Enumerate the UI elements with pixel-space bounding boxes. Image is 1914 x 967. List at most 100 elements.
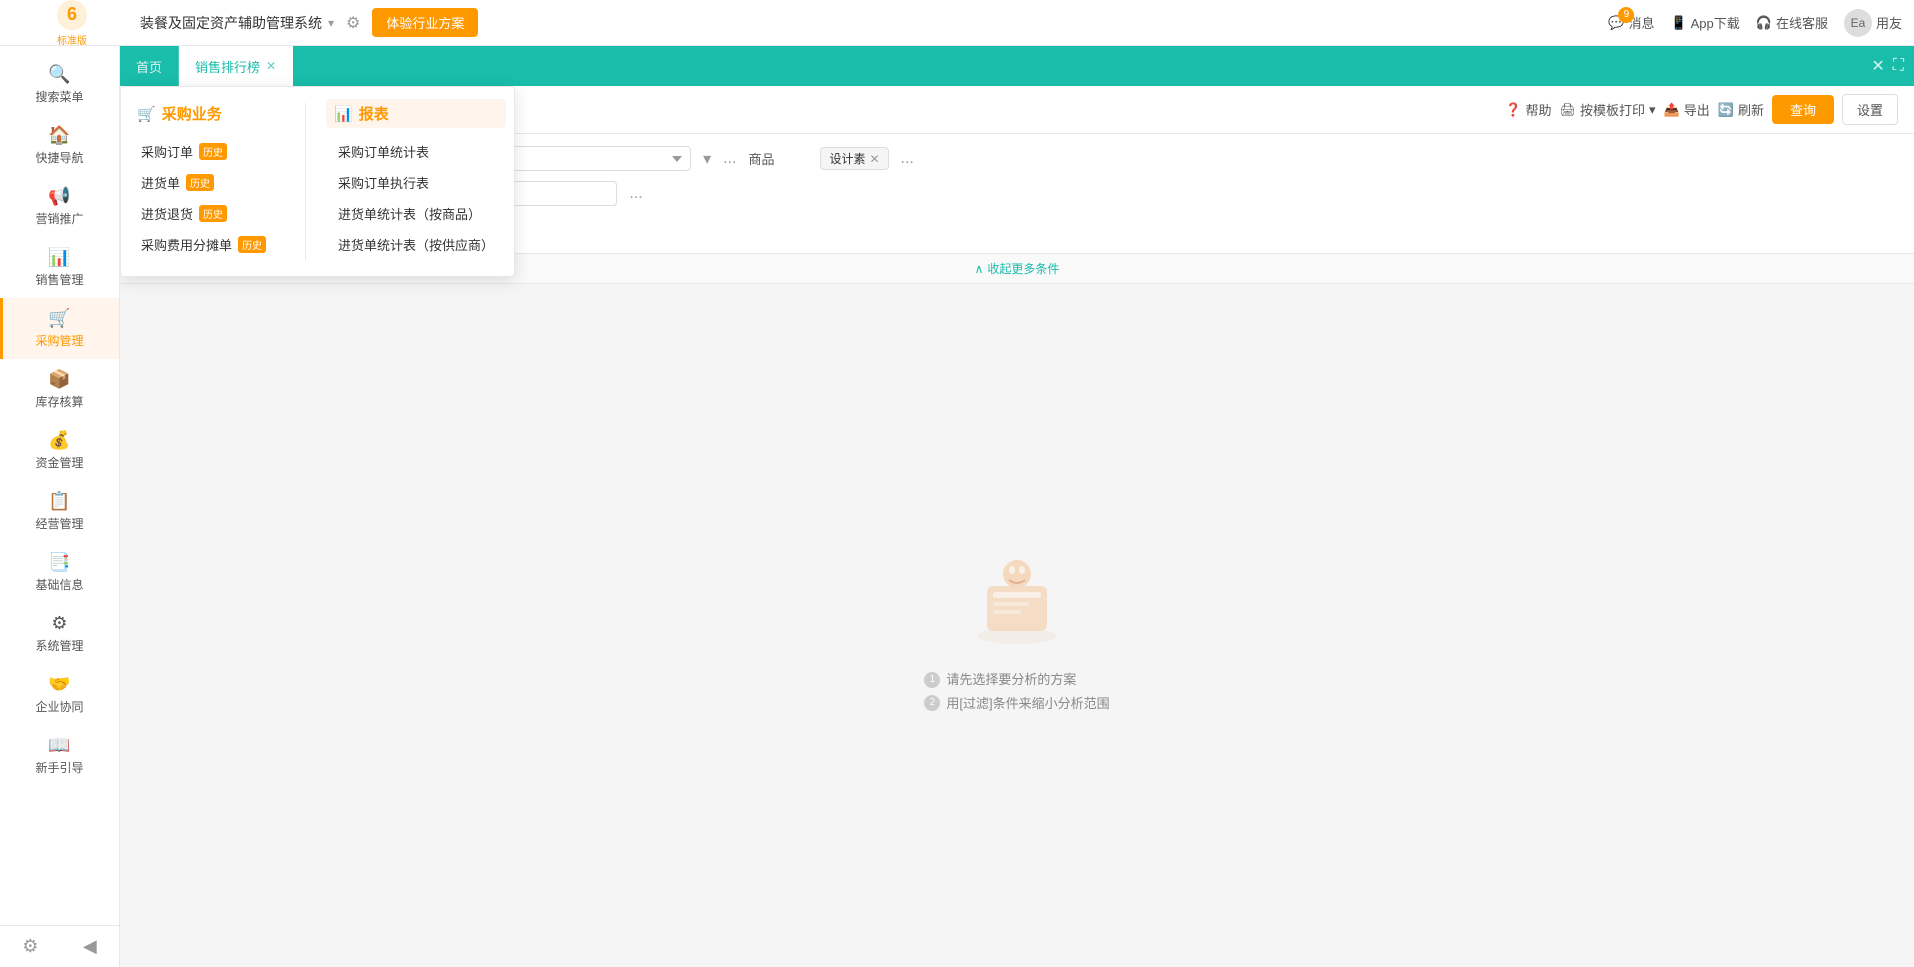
export-label: 导出	[1684, 100, 1710, 119]
sidebar-label-purchase: 采购管理	[35, 332, 83, 349]
title-dropdown-arrow[interactable]: ▾	[328, 16, 334, 30]
purchase-icon: 🛒	[48, 308, 70, 329]
report-menu-icon: 📊	[334, 105, 353, 123]
sidebar-item-sales[interactable]: 📊 销售管理	[0, 237, 119, 298]
tab-sales-rank[interactable]: 销售排行榜 ✕	[179, 46, 293, 86]
print-dropdown-arrow: ▾	[1649, 102, 1656, 118]
report-col-header: 📊 报表	[326, 99, 506, 128]
home-icon: 🏠	[48, 125, 70, 146]
sales-icon: 📊	[48, 247, 70, 268]
online-service-item[interactable]: 🎧 在线客服	[1756, 13, 1828, 32]
enterprise-icon: 🤝	[48, 674, 70, 695]
sidebar: 🔍 搜索菜单 🏠 快捷导航 📢 营销推广 📊 销售管理 🛒 采购管理 📦 库存核…	[0, 46, 120, 967]
report-order-exec-label: 采购订单执行表	[338, 173, 429, 192]
system-icon: ⚙	[51, 613, 67, 634]
sidebar-item-system[interactable]: ⚙ 系统管理	[0, 603, 119, 664]
doc-status-select[interactable]	[511, 146, 691, 171]
user-item[interactable]: Ea 用友	[1844, 9, 1902, 37]
doc-status-ellipsis[interactable]: ...	[723, 150, 736, 168]
tab-bar: 首页 销售排行榜 ✕ ✕ ⛶	[120, 46, 1914, 86]
sidebar-label-search: 搜索菜单	[35, 88, 83, 105]
dropdown-report-order-exec[interactable]: 采购订单执行表	[334, 167, 498, 198]
goods-tag-text: 设计素	[829, 150, 865, 167]
dropdown-columns: 🛒 采购业务 采购订单 历史 进货单 历史 进货退货 历史	[121, 87, 514, 276]
tab-sales-rank-label: 销售排行榜	[195, 57, 260, 76]
sidebar-label-sales: 销售管理	[35, 271, 83, 288]
sidebar-label-basic-info: 基础信息	[35, 576, 83, 593]
sidebar-item-quick-nav[interactable]: 🏠 快捷导航	[0, 115, 119, 176]
salesperson-ellipsis[interactable]: ...	[629, 185, 642, 203]
sidebar-label-enterprise: 企业协同	[35, 698, 83, 715]
tab-bar-actions: ✕ ⛶	[1871, 46, 1914, 86]
headset-icon: 🎧	[1756, 15, 1772, 31]
dropdown-expense[interactable]: 采购费用分摊单 历史	[137, 229, 277, 260]
collapse-label: 收起更多条件	[987, 260, 1059, 277]
avatar: Ea	[1844, 9, 1872, 37]
empty-hint-1: 1 请先选择要分析的方案	[924, 668, 1109, 691]
report-col: 📊 报表 采购订单统计表 采购订单执行表 进货单统计表（按商品） 进货单统计表（…	[334, 103, 498, 260]
logo-icon: 6	[56, 0, 88, 31]
online-service-label: 在线客服	[1776, 13, 1828, 32]
svg-text:6: 6	[67, 4, 77, 24]
tab-fullscreen-btn[interactable]: ⛶	[1893, 57, 1904, 75]
dropdown-report-incoming-supplier[interactable]: 进货单统计表（按供应商）	[334, 229, 498, 260]
dropdown-incoming[interactable]: 进货单 历史	[137, 167, 277, 198]
tab-home-label: 首页	[136, 57, 162, 76]
mobile-icon: 📱	[1670, 15, 1686, 31]
export-button[interactable]: 📤 导出	[1664, 100, 1710, 119]
sidebar-item-inventory[interactable]: 📦 库存核算	[0, 359, 119, 420]
history-badge-3: 历史	[238, 236, 266, 253]
sidebar-bottom: ⚙ ◀	[0, 925, 119, 967]
top-header: 6 标准版 装餐及固定资产辅助管理系统 ▾ ⚙ 体验行业方案 💬 9 消息 📱 …	[0, 0, 1914, 46]
history-badge-0: 历史	[199, 143, 227, 160]
refresh-label: 刷新	[1738, 100, 1764, 119]
help-button[interactable]: ❓ 帮助	[1505, 100, 1551, 119]
dropdown-purchase-order[interactable]: 采购订单 历史	[137, 136, 277, 167]
trial-button[interactable]: 体验行业方案	[372, 8, 478, 37]
logo-area: 6 标准版	[12, 0, 132, 47]
goods-ellipsis[interactable]: ...	[901, 150, 914, 168]
sidebar-item-search[interactable]: 🔍 搜索菜单	[0, 54, 119, 115]
sidebar-item-operations[interactable]: 📋 经营管理	[0, 481, 119, 542]
system-title-text: 装餐及固定资产辅助管理系统	[140, 13, 322, 33]
sidebar-item-marketing[interactable]: 📢 营销推广	[0, 176, 119, 237]
purchase-order-label: 采购订单	[141, 142, 193, 161]
dropdown-return[interactable]: 进货退货 历史	[137, 198, 277, 229]
history-badge-2: 历史	[199, 205, 227, 222]
app-download-label: App下载	[1691, 13, 1740, 32]
refresh-button[interactable]: 🔄 刷新	[1718, 100, 1764, 119]
sidebar-settings-btn[interactable]: ⚙	[22, 936, 38, 957]
app-download-item[interactable]: 📱 App下载	[1670, 13, 1739, 32]
sidebar-collapse-btn[interactable]: ◀	[83, 936, 97, 957]
empty-state: 1 请先选择要分析的方案 2 用[过滤]条件来缩小分析范围	[120, 284, 1914, 967]
export-icon: 📤	[1664, 102, 1680, 118]
sidebar-item-enterprise[interactable]: 🤝 企业协同	[0, 664, 119, 725]
sidebar-item-basic-info[interactable]: 📑 基础信息	[0, 542, 119, 603]
goods-tag-close[interactable]: ✕	[869, 152, 879, 166]
help-icon: ❓	[1505, 102, 1521, 118]
tab-close-window-btn[interactable]: ✕	[1871, 56, 1884, 76]
sidebar-item-purchase[interactable]: 🛒 采购管理	[0, 298, 119, 359]
print-icon: 🖨	[1560, 102, 1577, 118]
dropdown-report-incoming-goods[interactable]: 进货单统计表（按商品）	[334, 198, 498, 229]
user-label: 用友	[1876, 13, 1902, 32]
header-settings-icon[interactable]: ⚙	[346, 13, 360, 33]
return-label: 进货退货	[141, 204, 193, 223]
purchase-col-title: 采购业务	[162, 103, 222, 124]
sidebar-item-guide[interactable]: 📖 新手引导	[0, 725, 119, 786]
tab-home[interactable]: 首页	[120, 46, 179, 86]
expense-label: 采购费用分摊单	[141, 235, 232, 254]
header-right: 💬 9 消息 📱 App下载 🎧 在线客服 Ea 用友	[1608, 9, 1902, 37]
operations-icon: 📋	[48, 491, 70, 512]
notifications-badge: 9	[1618, 7, 1634, 23]
tab-close-icon[interactable]: ✕	[266, 59, 276, 73]
sidebar-item-capital[interactable]: 💰 资金管理	[0, 420, 119, 481]
system-title-area: 装餐及固定资产辅助管理系统 ▾ ⚙ 体验行业方案	[140, 8, 1608, 37]
notifications-item[interactable]: 💬 9 消息	[1608, 13, 1654, 32]
settings-button[interactable]: 设置	[1842, 94, 1898, 125]
collapse-icon: ∧	[975, 262, 984, 276]
dropdown-report-order-stat[interactable]: 采购订单统计表	[334, 136, 498, 167]
query-button[interactable]: 查询	[1772, 95, 1834, 124]
sidebar-label-system: 系统管理	[35, 637, 83, 654]
print-button[interactable]: 🖨 按模板打印 ▾	[1560, 100, 1656, 119]
